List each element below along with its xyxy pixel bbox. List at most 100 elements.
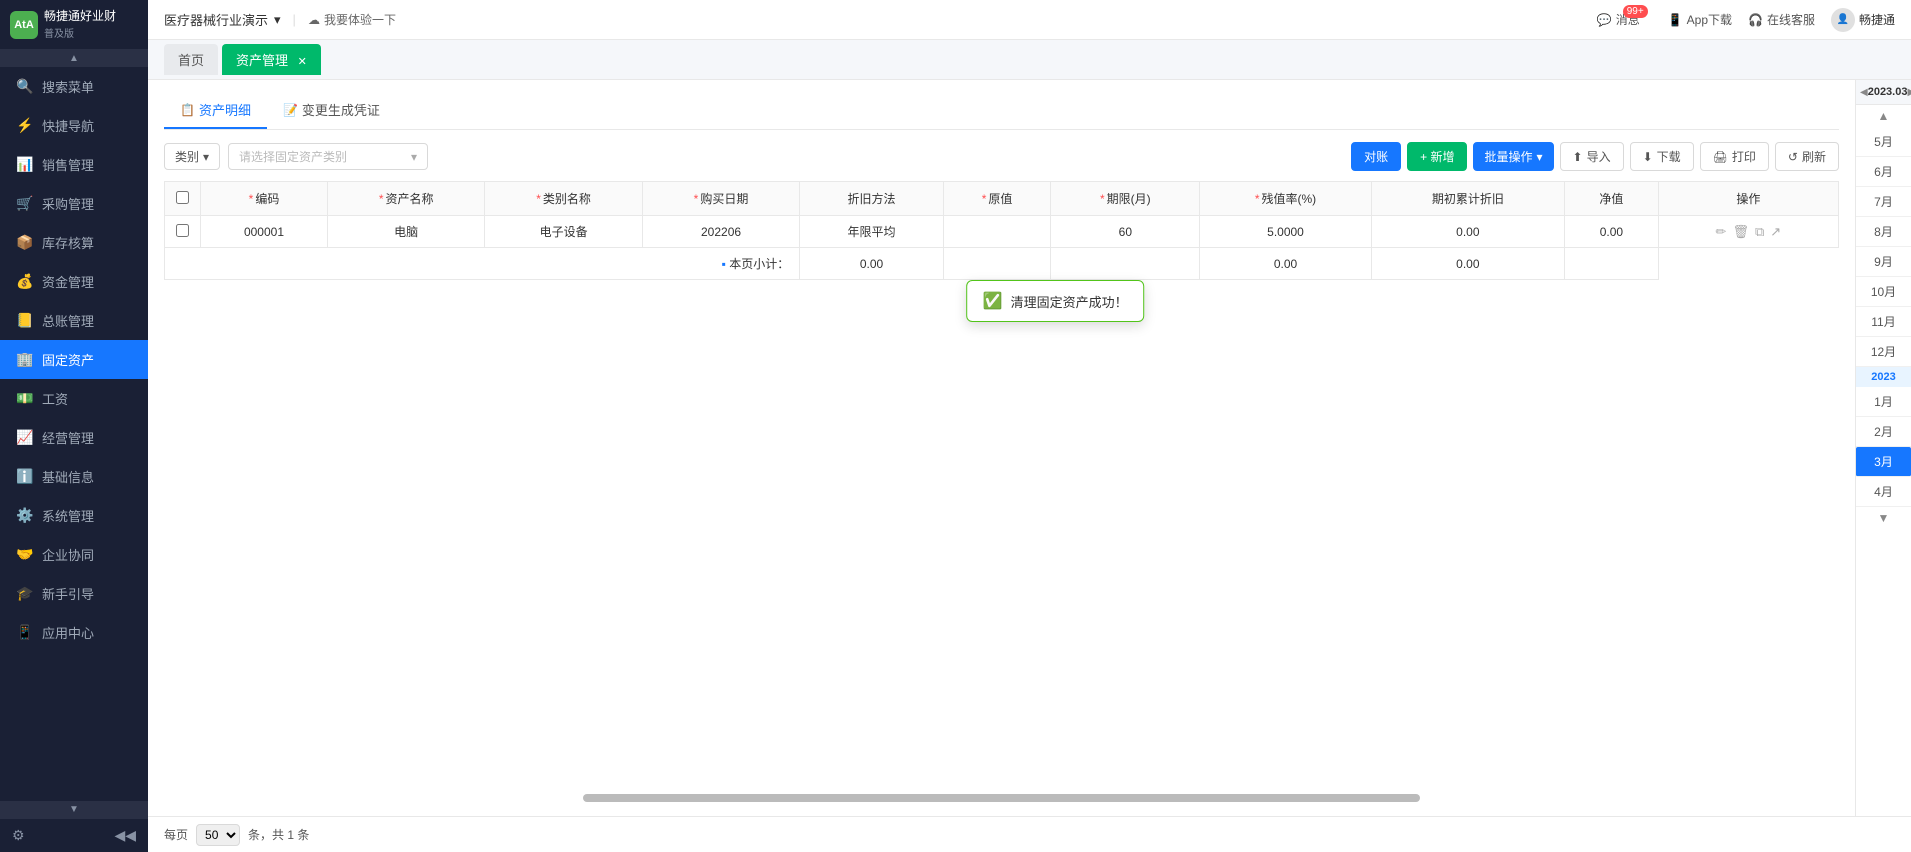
experience-icon: ☁ xyxy=(308,13,320,27)
experience-button[interactable]: ☁ 我要体验一下 xyxy=(308,11,396,28)
category-input[interactable]: 请选择固定资产类别 ▾ xyxy=(228,143,428,170)
sidebar-item-label: 企业协同 xyxy=(42,545,94,564)
cell-residual-rate: 5.0000 xyxy=(1200,216,1371,248)
company-selector[interactable]: 医疗器械行业演示 ▾ xyxy=(164,10,281,29)
page-size-select[interactable]: 50 xyxy=(196,824,240,846)
cal-scroll-up[interactable]: ▲ xyxy=(1856,105,1911,127)
new-button[interactable]: + 新增 xyxy=(1407,142,1467,171)
voucher-icon: 📝 xyxy=(283,103,298,117)
subtotal-empty3 xyxy=(1565,248,1659,280)
sidebar-item-newbie[interactable]: 🎓 新手引导 xyxy=(0,574,148,613)
sidebar-item-payroll[interactable]: 💵 工资 xyxy=(0,379,148,418)
sub-tab-asset-detail-label: 资产明细 xyxy=(199,100,251,119)
cal-month-8[interactable]: 8月 xyxy=(1856,217,1911,247)
tab-home[interactable]: 首页 xyxy=(164,44,218,75)
refresh-button[interactable]: ↺ 刷新 xyxy=(1775,142,1839,171)
user-menu[interactable]: 👤 畅捷通 xyxy=(1831,8,1895,32)
basic-info-icon: ℹ️ xyxy=(16,468,34,485)
edit-icon[interactable]: ✏ xyxy=(1716,224,1727,240)
message-button[interactable]: 💬 消息 99+ xyxy=(1597,11,1640,28)
sub-tab-voucher[interactable]: 📝 变更生成凭证 xyxy=(267,92,396,129)
toolbar-left: 类别 ▾ 请选择固定资产类别 ▾ xyxy=(164,143,428,170)
cal-month-7[interactable]: 7月 xyxy=(1856,187,1911,217)
cal-month-4[interactable]: 4月 xyxy=(1856,477,1911,507)
sidebar-item-label: 固定资产 xyxy=(42,350,94,369)
cal-month-9[interactable]: 9月 xyxy=(1856,247,1911,277)
duizhang-button[interactable]: 对账 xyxy=(1351,142,1401,171)
cal-prev-icon[interactable]: ◀ xyxy=(1860,87,1868,98)
cal-scroll-down[interactable]: ▼ xyxy=(1856,507,1911,529)
download-button[interactable]: ⬇ 下载 xyxy=(1630,142,1694,171)
download-label: 下载 xyxy=(1657,148,1681,165)
category-filter[interactable]: 类别 ▾ xyxy=(164,143,220,170)
horizontal-scrollbar[interactable] xyxy=(164,788,1839,804)
sidebar-item-enterprise[interactable]: 🤝 企业协同 xyxy=(0,535,148,574)
cell-period: 60 xyxy=(1051,216,1200,248)
cal-year-marker: 2023 xyxy=(1856,367,1911,387)
app-name: 畅捷通好业财 xyxy=(44,9,116,25)
main-content: 医疗器械行业演示 ▾ | ☁ 我要体验一下 💬 消息 99+ 📱 App下载 🎧… xyxy=(148,0,1911,852)
newbie-icon: 🎓 xyxy=(16,585,34,602)
scrollbar-thumb[interactable] xyxy=(583,794,1421,802)
cell-name: 电脑 xyxy=(327,216,484,248)
cal-month-11[interactable]: 11月 xyxy=(1856,307,1911,337)
sidebar-item-fixed-assets[interactable]: 🏢 固定资产 xyxy=(0,340,148,379)
app-edition: 普及版 xyxy=(44,25,116,40)
sidebar-item-search[interactable]: 🔍 搜索菜单 xyxy=(0,67,148,106)
import-button[interactable]: ⬆ 导入 xyxy=(1560,142,1624,171)
subtotal-label-cell: ▪ 本页小计： xyxy=(165,248,800,280)
delete-icon[interactable]: 🗑 xyxy=(1732,224,1749,240)
category-input-arrow: ▾ xyxy=(411,150,417,164)
sub-tab-asset-detail[interactable]: 📋 资产明细 xyxy=(164,92,267,129)
cal-month-1[interactable]: 1月 xyxy=(1856,387,1911,417)
sidebar-item-label: 快捷导航 xyxy=(42,116,94,135)
tab-close-icon[interactable]: ✕ xyxy=(298,56,307,68)
sidebar-item-quicknav[interactable]: ⚡ 快捷导航 xyxy=(0,106,148,145)
sidebar-scroll-down[interactable]: ▼ xyxy=(0,801,148,818)
print-button[interactable]: 🖨 打印 xyxy=(1700,142,1769,171)
cal-next-icon[interactable]: ▶ xyxy=(1907,87,1911,98)
select-all-checkbox[interactable] xyxy=(176,191,189,204)
sidebar-item-finance[interactable]: 💰 资金管理 xyxy=(0,262,148,301)
online-service-icon: 🎧 xyxy=(1748,13,1763,27)
sidebar-item-label: 基础信息 xyxy=(42,467,94,486)
online-service-button[interactable]: 🎧 在线客服 xyxy=(1748,11,1815,28)
cell-purchase-date: 202206 xyxy=(642,216,799,248)
sidebar-item-inventory[interactable]: 📦 库存核算 xyxy=(0,223,148,262)
app-download-button[interactable]: 📱 App下载 xyxy=(1668,11,1732,28)
sidebar-scroll-up[interactable]: ▲ xyxy=(0,50,148,67)
row-checkbox[interactable] xyxy=(176,224,189,237)
col-period: *期限(月) xyxy=(1051,182,1200,216)
settings-icon[interactable]: ⚙ xyxy=(12,827,25,844)
select-all-header[interactable] xyxy=(165,182,201,216)
row-checkbox-cell[interactable] xyxy=(165,216,201,248)
tab-asset-management[interactable]: 资产管理 ✕ xyxy=(222,44,321,75)
cal-month-5[interactable]: 5月 xyxy=(1856,127,1911,157)
sidebar-item-system[interactable]: ⚙️ 系统管理 xyxy=(0,496,148,535)
cal-month-6[interactable]: 6月 xyxy=(1856,157,1911,187)
sidebar-item-purchase[interactable]: 🛒 采购管理 xyxy=(0,184,148,223)
duizhang-label: 对账 xyxy=(1364,148,1388,165)
sidebar-item-app-center[interactable]: 📱 应用中心 xyxy=(0,613,148,652)
cal-month-12[interactable]: 12月 xyxy=(1856,337,1911,367)
batch-button[interactable]: 批量操作 ▾ xyxy=(1473,142,1553,171)
sidebar-item-basic-info[interactable]: ℹ️ 基础信息 xyxy=(0,457,148,496)
copy-icon[interactable]: ⧉ xyxy=(1755,224,1764,240)
sidebar-item-ledger[interactable]: 📒 总账管理 xyxy=(0,301,148,340)
table-container: *编码 *资产名称 *类别名称 *购买日期 折旧方法 *原值 *期限(月) *残… xyxy=(164,181,1839,788)
inventory-icon: 📦 xyxy=(16,234,34,251)
print-label: 打印 xyxy=(1732,148,1756,165)
import-icon: ⬆ xyxy=(1573,150,1583,164)
cal-month-3-active[interactable]: 3月 xyxy=(1856,447,1911,477)
cal-month-10[interactable]: 10月 xyxy=(1856,277,1911,307)
sidebar-item-operations[interactable]: 📈 经营管理 xyxy=(0,418,148,457)
more-icon[interactable]: ↗ xyxy=(1770,224,1781,240)
sidebar-item-label: 搜索菜单 xyxy=(42,77,94,96)
operations-icon: 📈 xyxy=(16,429,34,446)
tab-asset-label: 资产管理 xyxy=(236,53,288,68)
sidebar: AtA 畅捷通好业财 普及版 ▲ 🔍 搜索菜单 ⚡ 快捷导航 📊 销售管理 🛒 … xyxy=(0,0,148,852)
collapse-icon[interactable]: ◀◀ xyxy=(114,827,136,844)
subtotal-icon: ▪ xyxy=(722,257,726,271)
cal-month-2[interactable]: 2月 xyxy=(1856,417,1911,447)
sidebar-item-sales[interactable]: 📊 销售管理 xyxy=(0,145,148,184)
